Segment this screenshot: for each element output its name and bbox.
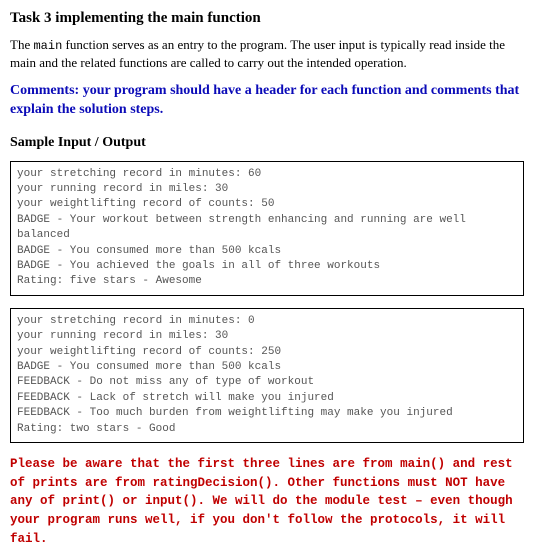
sample-heading: Sample Input / Output <box>10 134 524 153</box>
intro-paragraph: The main function serves as an entry to … <box>10 36 524 72</box>
comments-note: Comments: your program should have a hea… <box>10 82 524 120</box>
intro-pre: The <box>10 37 33 52</box>
sample-output-2: your stretching record in minutes: 0 you… <box>10 308 524 443</box>
warning-text: Please be aware that the first three lin… <box>10 455 524 549</box>
sample-output-1: your stretching record in minutes: 60 yo… <box>10 161 524 296</box>
intro-code: main <box>33 39 62 53</box>
task-heading: Task 3 implementing the main function <box>10 8 524 28</box>
intro-post: function serves as an entry to the progr… <box>10 37 505 70</box>
